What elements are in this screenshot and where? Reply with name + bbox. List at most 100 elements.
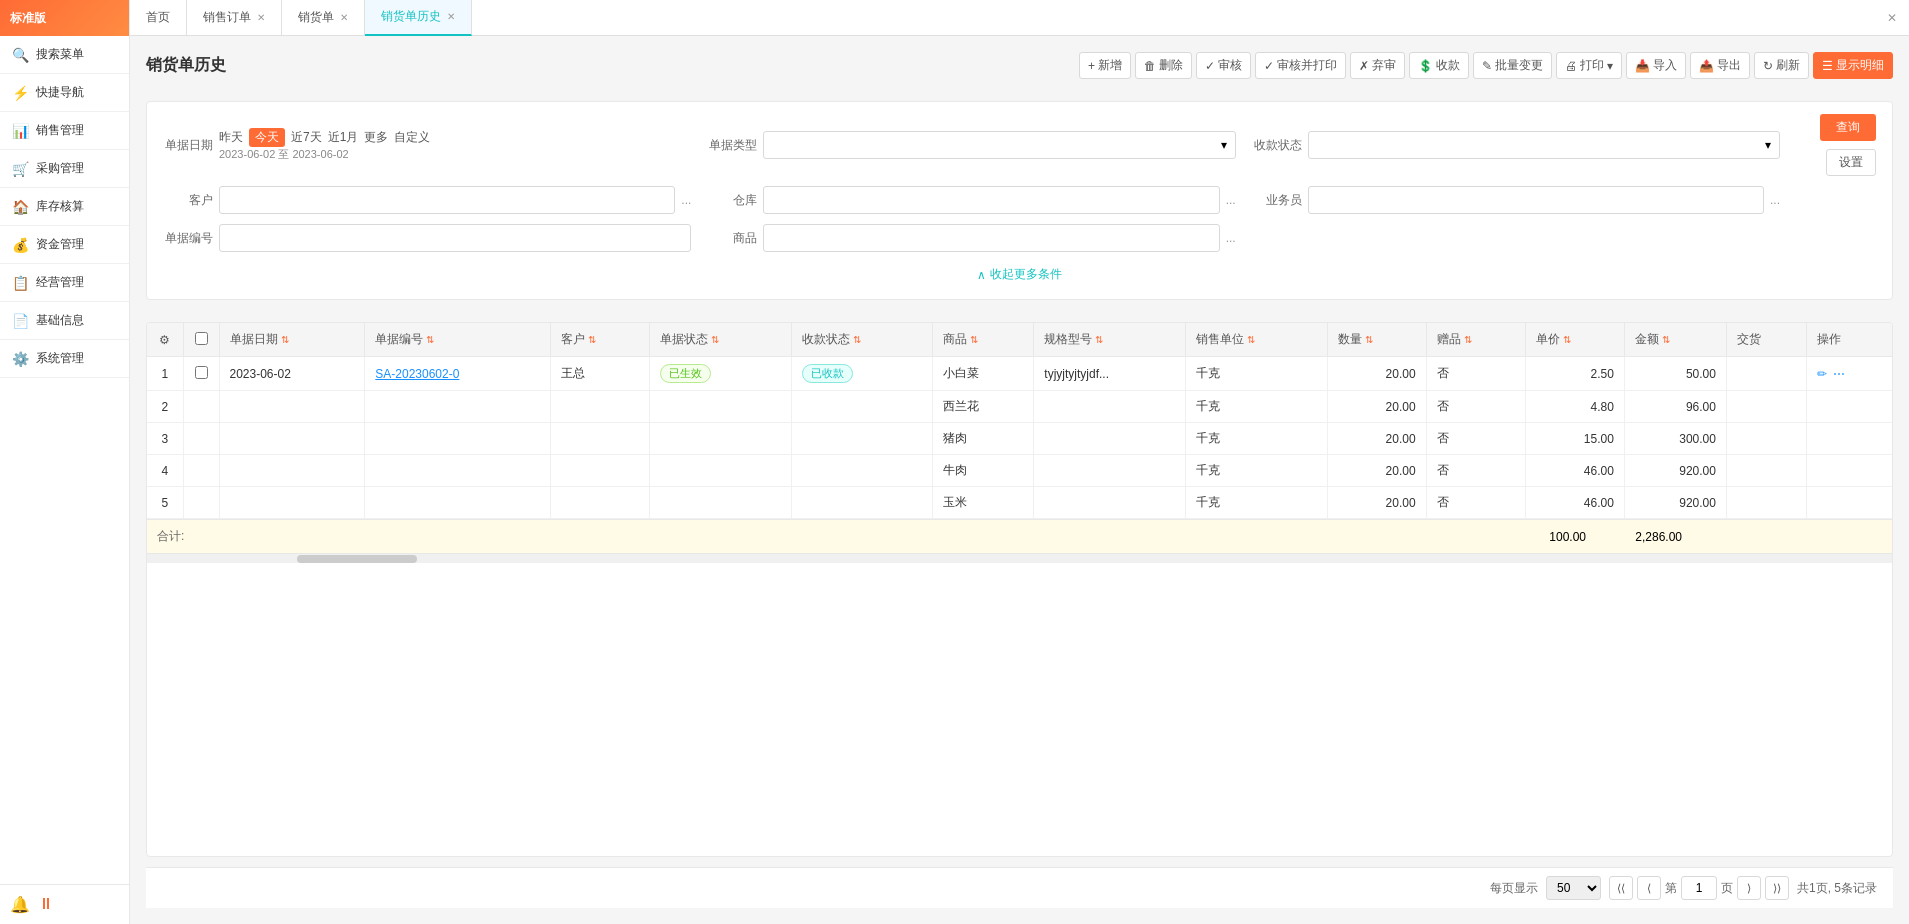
docno-link[interactable]: SA-20230602-0 (375, 367, 459, 381)
shortcut-1month[interactable]: 近1月 (328, 129, 359, 146)
shortcut-today[interactable]: 今天 (249, 128, 285, 147)
refresh-button[interactable]: ↻ 刷新 (1754, 52, 1809, 79)
tab-sales-goods-close[interactable]: ✕ (340, 12, 348, 23)
col-checkbox[interactable] (183, 323, 219, 357)
pause-icon[interactable]: ⏸ (38, 895, 54, 914)
cell-docno[interactable] (365, 391, 551, 423)
tab-sales-goods-label: 销货单 (298, 9, 334, 26)
col-unit[interactable]: 销售单位 ⇅ (1185, 323, 1327, 357)
cell-checkbox[interactable] (183, 455, 219, 487)
import-label: 导入 (1653, 57, 1677, 74)
col-goods[interactable]: 商品 ⇅ (933, 323, 1034, 357)
col-gift[interactable]: 赠品 ⇅ (1426, 323, 1525, 357)
batch-change-icon: ✎ (1482, 59, 1492, 73)
sidebar-item-operations[interactable]: 📋 经营管理 (0, 264, 129, 302)
sidebar-item-inventory[interactable]: 🏠 库存核算 (0, 188, 129, 226)
col-amount[interactable]: 金额 ⇅ (1624, 323, 1726, 357)
payment-status-select[interactable]: ▾ (1308, 131, 1780, 159)
cell-docno[interactable]: SA-20230602-0 (365, 357, 551, 391)
shortcut-7days[interactable]: 近7天 (291, 129, 322, 146)
cell-docno[interactable] (365, 423, 551, 455)
goods-dots[interactable]: ... (1226, 231, 1236, 245)
batch-change-button[interactable]: ✎ 批量变更 (1473, 52, 1552, 79)
collect-button[interactable]: 💲 收款 (1409, 52, 1469, 79)
print-button[interactable]: 🖨 打印 ▾ (1556, 52, 1622, 79)
warehouse-dots[interactable]: ... (1226, 193, 1236, 207)
add-icon: + (1088, 59, 1095, 73)
cell-docno[interactable] (365, 487, 551, 519)
sidebar-item-system[interactable]: ⚙️ 系统管理 (0, 340, 129, 378)
customer-input[interactable] (219, 186, 675, 214)
cell-price: 15.00 (1525, 423, 1624, 455)
search-button[interactable]: 查询 (1820, 114, 1876, 141)
audit-label: 审核 (1218, 57, 1242, 74)
first-page-button[interactable]: ⟨⟨ (1609, 876, 1633, 900)
delete-button[interactable]: 🗑 删除 (1135, 52, 1192, 79)
tab-sales-order[interactable]: 销售订单 ✕ (187, 0, 282, 36)
customer-dots[interactable]: ... (681, 193, 691, 207)
more-action-btn[interactable]: ⋯ (1833, 367, 1845, 381)
collapse-button[interactable]: ∧ 收起更多条件 (163, 262, 1876, 287)
tab-sales-order-close[interactable]: ✕ (257, 12, 265, 23)
doc-type-label: 单据类型 (707, 137, 757, 154)
goods-input[interactable] (763, 224, 1219, 252)
cell-docno[interactable] (365, 455, 551, 487)
sidebar-item-basic[interactable]: 📄 基础信息 (0, 302, 129, 340)
shortcut-yesterday[interactable]: 昨天 (219, 129, 243, 146)
refresh-icon: ↻ (1763, 59, 1773, 73)
tab-sales-history-close[interactable]: ✕ (447, 11, 455, 22)
scrollbar-thumb[interactable] (297, 555, 417, 563)
sidebar-item-shortcuts[interactable]: ⚡ 快捷导航 (0, 74, 129, 112)
horizontal-scrollbar[interactable] (147, 553, 1892, 563)
page-size-select[interactable]: 20 50 100 (1546, 876, 1601, 900)
window-close-button[interactable]: ✕ (1875, 11, 1909, 25)
warehouse-input[interactable] (763, 186, 1219, 214)
basic-icon: 📄 (12, 313, 28, 329)
edit-action-btn[interactable]: ✏ (1817, 367, 1827, 381)
doc-type-select[interactable]: ▾ (763, 131, 1235, 159)
cell-checkbox[interactable] (183, 487, 219, 519)
cell-checkbox[interactable] (183, 423, 219, 455)
sidebar-item-sales[interactable]: 📊 销售管理 (0, 112, 129, 150)
show-detail-button[interactable]: ☰ 显示明细 (1813, 52, 1893, 79)
sidebar-item-finance[interactable]: 💰 资金管理 (0, 226, 129, 264)
sidebar-item-search[interactable]: 🔍 搜索菜单 (0, 36, 129, 74)
last-page-button[interactable]: ⟩⟩ (1765, 876, 1789, 900)
tab-sales-goods[interactable]: 销货单 ✕ (282, 0, 365, 36)
col-price[interactable]: 单价 ⇅ (1525, 323, 1624, 357)
salesperson-input[interactable] (1308, 186, 1764, 214)
audit-button[interactable]: ✓ 审核 (1196, 52, 1251, 79)
audit-print-button[interactable]: ✓ 审核并打印 (1255, 52, 1346, 79)
abandon-button[interactable]: ✗ 弃审 (1350, 52, 1405, 79)
print-label: 打印 (1580, 57, 1604, 74)
col-gear[interactable]: ⚙ (147, 323, 183, 357)
cell-checkbox[interactable] (183, 391, 219, 423)
col-doc-status[interactable]: 单据状态 ⇅ (650, 323, 792, 357)
col-customer[interactable]: 客户 ⇅ (551, 323, 650, 357)
col-qty[interactable]: 数量 ⇅ (1327, 323, 1426, 357)
tab-sales-history[interactable]: 销货单历史 ✕ (365, 0, 472, 36)
prev-page-button[interactable]: ⟨ (1637, 876, 1661, 900)
col-pay-status[interactable]: 收款状态 ⇅ (791, 323, 933, 357)
col-spec[interactable]: 规格型号 ⇅ (1034, 323, 1186, 357)
shortcut-custom[interactable]: 自定义 (394, 129, 430, 146)
export-icon: 📤 (1699, 59, 1714, 73)
cell-spec: tyjyjtyjtyjdf... (1034, 357, 1186, 391)
sidebar-item-purchase[interactable]: 🛒 采购管理 (0, 150, 129, 188)
select-all-checkbox[interactable] (195, 332, 208, 345)
import-button[interactable]: 📥 导入 (1626, 52, 1686, 79)
setting-button[interactable]: 设置 (1826, 149, 1876, 176)
col-date[interactable]: 单据日期 ⇅ (219, 323, 365, 357)
cell-checkbox[interactable] (183, 357, 219, 391)
salesperson-dots[interactable]: ... (1770, 193, 1780, 207)
notification-icon[interactable]: 🔔 (10, 895, 30, 914)
add-button[interactable]: + 新增 (1079, 52, 1131, 79)
row-checkbox[interactable] (195, 366, 208, 379)
shortcut-more[interactable]: 更多 (364, 129, 388, 146)
page-number-input[interactable] (1681, 876, 1717, 900)
col-docno[interactable]: 单据编号 ⇅ (365, 323, 551, 357)
next-page-button[interactable]: ⟩ (1737, 876, 1761, 900)
export-button[interactable]: 📤 导出 (1690, 52, 1750, 79)
docno-input[interactable] (219, 224, 691, 252)
tab-home[interactable]: 首页 (130, 0, 187, 36)
